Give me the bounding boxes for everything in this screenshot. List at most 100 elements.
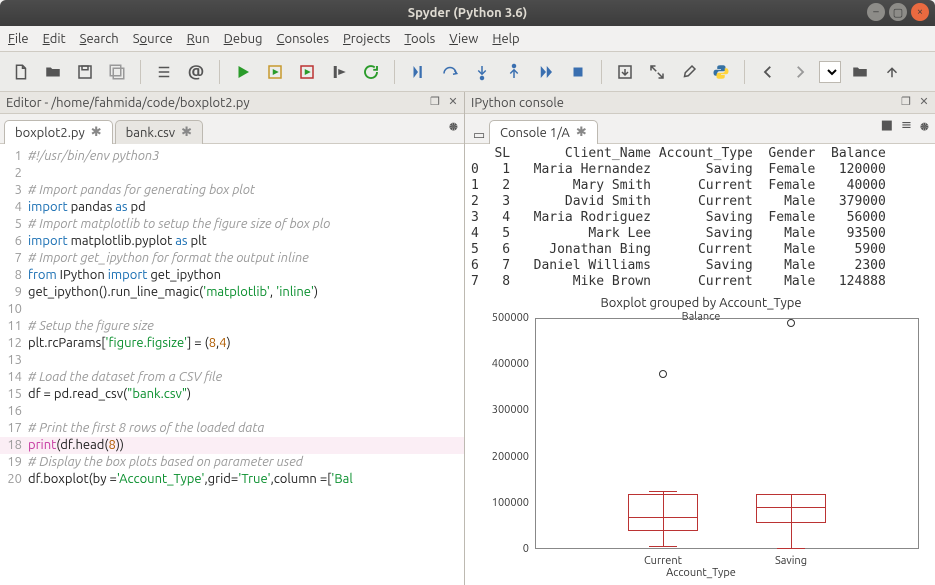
code-line: 19# Display the box plots based on param… bbox=[0, 454, 464, 471]
editor-pane: Editor - /home/fahmida/code/boxplot2.py … bbox=[0, 92, 465, 585]
y-tick: 200000 bbox=[479, 451, 529, 463]
new-file-icon[interactable] bbox=[8, 59, 34, 85]
menu-consoles[interactable]: Consoles bbox=[277, 32, 329, 46]
step-over-icon[interactable] bbox=[437, 59, 463, 85]
preferences-icon[interactable] bbox=[676, 59, 702, 85]
console-output[interactable]: SL Client_Name Account_Type Gender Balan… bbox=[465, 144, 935, 585]
y-tick: 0 bbox=[479, 543, 529, 555]
python-path-icon[interactable] bbox=[708, 59, 734, 85]
code-line: 13 bbox=[0, 352, 464, 369]
browse-dir-icon[interactable] bbox=[847, 59, 873, 85]
editor-header: Editor - /home/fahmida/code/boxplot2.py … bbox=[0, 92, 464, 114]
console-undock-icon[interactable]: ❐ bbox=[899, 94, 913, 108]
menu-tools[interactable]: Tools bbox=[404, 32, 435, 46]
y-tick: 100000 bbox=[479, 497, 529, 509]
window-title: Spyder (Python 3.6) bbox=[408, 6, 527, 20]
save-icon[interactable] bbox=[72, 59, 98, 85]
console-tab[interactable]: Console 1/A ✱ bbox=[489, 120, 598, 144]
code-line: 7# Import get_ipython for format the out… bbox=[0, 250, 464, 267]
tab-label: Console 1/A bbox=[500, 126, 570, 140]
run-icon[interactable] bbox=[230, 59, 256, 85]
toolbar: @ bbox=[0, 52, 935, 92]
console-browse-icon[interactable]: ▭ bbox=[469, 128, 489, 143]
x-tick: Current bbox=[644, 555, 682, 567]
code-line: 20df.boxplot(by ='Account_Type',grid='Tr… bbox=[0, 471, 464, 488]
menu-search[interactable]: Search bbox=[80, 32, 119, 46]
run-cell-advance-icon[interactable] bbox=[294, 59, 320, 85]
editor-gear-icon[interactable]: 🞿 bbox=[449, 118, 458, 137]
console-pane: IPython console ❐ ✕ ▭ Console 1/A ✱ ■ ≡ … bbox=[465, 92, 935, 585]
editor-tab-boxplot2[interactable]: boxplot2.py ✱ bbox=[4, 120, 113, 144]
close-button[interactable]: × bbox=[911, 3, 929, 21]
code-line: 14# Load the dataset from a CSV file bbox=[0, 369, 464, 386]
boxplot-chart: Boxplot grouped by Account_Type Balance … bbox=[471, 296, 931, 581]
step-into-icon[interactable] bbox=[469, 59, 495, 85]
working-dir-select[interactable] bbox=[819, 61, 841, 83]
editor-close-icon[interactable]: ✕ bbox=[446, 94, 460, 108]
step-out-icon[interactable] bbox=[501, 59, 527, 85]
menu-projects[interactable]: Projects bbox=[343, 32, 390, 46]
menu-debug[interactable]: Debug bbox=[224, 32, 263, 46]
code-line: 6import matplotlib.pyplot as plt bbox=[0, 233, 464, 250]
code-line: 8from IPython import get_ipython bbox=[0, 267, 464, 284]
parent-dir-icon[interactable] bbox=[879, 59, 905, 85]
y-tick: 300000 bbox=[479, 404, 529, 416]
editor-undock-icon[interactable]: ❐ bbox=[428, 94, 442, 108]
plot-frame bbox=[535, 318, 919, 549]
console-tab-row: ▭ Console 1/A ✱ ■ ≡ 🞿 bbox=[465, 114, 935, 144]
code-line: 17# Print the first 8 rows of the loaded… bbox=[0, 420, 464, 437]
tab-close-icon[interactable]: ✱ bbox=[181, 125, 192, 140]
rerun-icon[interactable] bbox=[358, 59, 384, 85]
tab-close-icon[interactable]: ✱ bbox=[91, 125, 102, 140]
plot-area: 0100000200000300000400000500000CurrentSa… bbox=[535, 318, 919, 549]
chart-title: Boxplot grouped by Account_Type bbox=[600, 296, 801, 310]
run-cell-icon[interactable] bbox=[262, 59, 288, 85]
maximize-pane-icon[interactable] bbox=[644, 59, 670, 85]
menu-help[interactable]: Help bbox=[492, 32, 519, 46]
code-line: 2 bbox=[0, 165, 464, 182]
open-file-icon[interactable] bbox=[40, 59, 66, 85]
tab-label: boxplot2.py bbox=[15, 126, 85, 140]
editor-path: Editor - /home/fahmida/code/boxplot2.py bbox=[6, 96, 250, 110]
outline-icon[interactable] bbox=[151, 59, 177, 85]
run-selection-icon[interactable] bbox=[326, 59, 352, 85]
editor-tab-bankcsv[interactable]: bank.csv ✱ bbox=[115, 120, 203, 144]
continue-icon[interactable] bbox=[533, 59, 559, 85]
maximize-button[interactable]: ▢ bbox=[889, 3, 907, 21]
console-gear-icon[interactable]: 🞿 bbox=[920, 118, 929, 137]
code-line: 10 bbox=[0, 301, 464, 318]
console-stop-icon[interactable]: ■ bbox=[881, 118, 893, 137]
console-title: IPython console bbox=[471, 96, 564, 110]
tab-label: bank.csv bbox=[126, 126, 175, 140]
back-icon[interactable] bbox=[755, 59, 781, 85]
outlier-marker bbox=[659, 370, 667, 378]
menu-edit[interactable]: Edit bbox=[43, 32, 66, 46]
chart-xlabel: Account_Type bbox=[471, 567, 931, 579]
code-line: 1#!/usr/bin/env python3 bbox=[0, 148, 464, 165]
menu-file[interactable]: File bbox=[8, 32, 29, 46]
console-close-icon[interactable]: ✕ bbox=[917, 94, 931, 108]
save-all-icon[interactable] bbox=[104, 59, 130, 85]
editor-tab-row: boxplot2.py ✱ bank.csv ✱ 🞿 bbox=[0, 114, 464, 144]
menu-view[interactable]: View bbox=[449, 32, 478, 46]
code-line: 16 bbox=[0, 403, 464, 420]
stop-debug-icon[interactable] bbox=[565, 59, 591, 85]
debug-icon[interactable] bbox=[405, 59, 431, 85]
tab-close-icon[interactable]: ✱ bbox=[576, 125, 587, 140]
at-icon[interactable]: @ bbox=[183, 59, 209, 85]
import-data-icon[interactable] bbox=[612, 59, 638, 85]
forward-icon[interactable] bbox=[787, 59, 813, 85]
menu-run[interactable]: Run bbox=[187, 32, 210, 46]
console-options-icon[interactable]: ≡ bbox=[901, 118, 912, 137]
outlier-marker bbox=[787, 319, 795, 327]
titlebar: Spyder (Python 3.6) – ▢ × bbox=[0, 0, 935, 26]
code-line: 4import pandas as pd bbox=[0, 199, 464, 216]
code-line: 11# Setup the figure size bbox=[0, 318, 464, 335]
menubar: File Edit Search Source Run Debug Consol… bbox=[0, 26, 935, 52]
code-editor[interactable]: 1#!/usr/bin/env python323# Import pandas… bbox=[0, 144, 464, 585]
minimize-button[interactable]: – bbox=[867, 3, 885, 21]
code-line: 12plt.rcParams['figure.figsize'] = (8,4) bbox=[0, 335, 464, 352]
y-tick: 400000 bbox=[479, 358, 529, 370]
code-line: 9get_ipython().run_line_magic('matplotli… bbox=[0, 284, 464, 301]
menu-source[interactable]: Source bbox=[133, 32, 173, 46]
